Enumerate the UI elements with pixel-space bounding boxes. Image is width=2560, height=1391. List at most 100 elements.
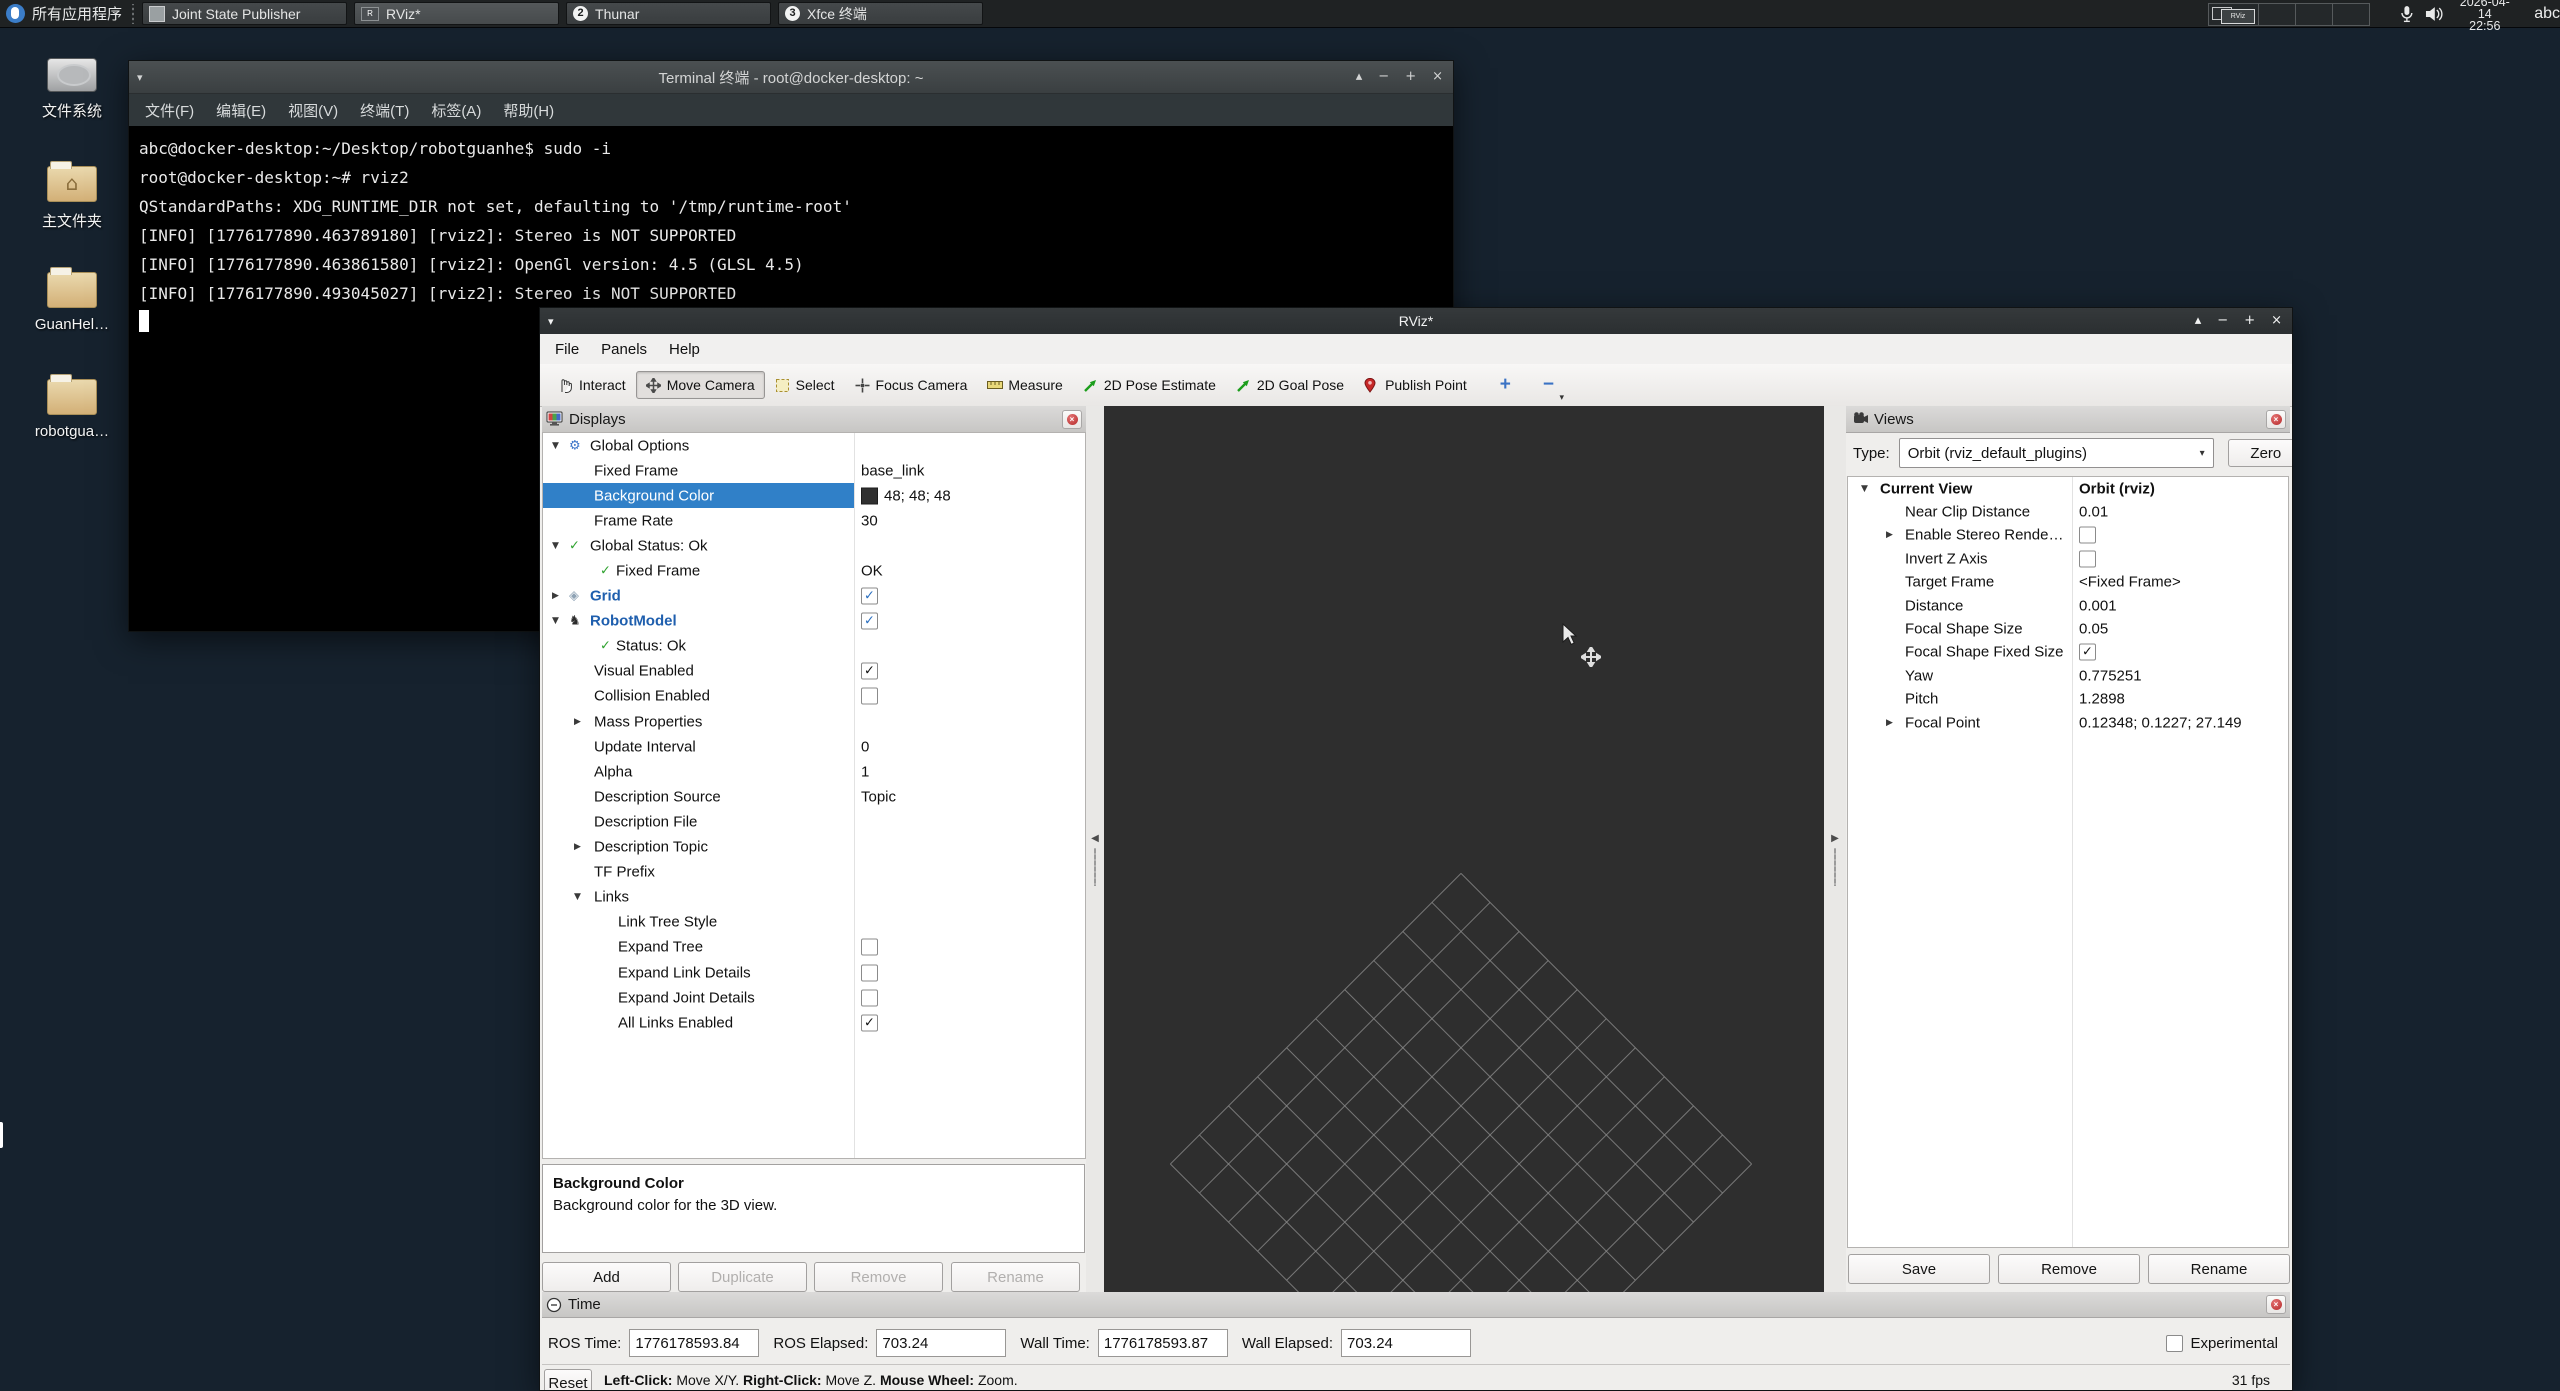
property-value[interactable]: ✓ xyxy=(861,1014,878,1032)
property-value[interactable]: 0.12348; 0.1227; 27.149 xyxy=(2079,714,2242,731)
time-field-input[interactable] xyxy=(1097,1329,1228,1357)
property-row[interactable]: ▼ ⚙ Global Options xyxy=(543,433,1085,458)
terminal-menu-item[interactable]: 编辑(E) xyxy=(206,98,276,123)
property-value[interactable] xyxy=(2079,550,2096,568)
property-row[interactable]: ▼ Current View Orbit (rviz) xyxy=(1848,477,2288,500)
property-value[interactable]: ✓ xyxy=(861,612,878,630)
time-panel-header[interactable]: Time × xyxy=(542,1292,2290,1318)
experimental-checkbox[interactable] xyxy=(2166,1334,2184,1352)
property-row[interactable]: ▶ ◈ Grid ✓ xyxy=(543,584,1085,609)
displays-close-button[interactable]: × xyxy=(1062,409,1082,429)
checkbox-checked-icon[interactable]: ✓ xyxy=(861,662,878,680)
property-row[interactable]: Description File xyxy=(543,809,1085,834)
property-row[interactable]: ▶ Mass Properties xyxy=(543,709,1085,734)
applications-menu-button[interactable]: 所有应用程序 xyxy=(0,0,128,27)
property-row[interactable]: Alpha 1 xyxy=(543,759,1085,784)
collapse-right-icon[interactable]: ▶ xyxy=(1831,833,1839,844)
workspace-cell-4[interactable] xyxy=(2333,3,2370,26)
maximize-icon[interactable] xyxy=(1405,61,1416,93)
checkbox-checked-icon[interactable]: ✓ xyxy=(861,612,878,630)
rviz-titlebar[interactable]: ▾ RViz* xyxy=(540,308,2292,334)
shade-icon[interactable] xyxy=(2195,308,2202,334)
property-value[interactable]: base_link xyxy=(861,462,924,479)
taskbar-task[interactable]: 3 Xfce 终端 xyxy=(778,2,984,25)
tool-focus-camera[interactable]: Focus Camera xyxy=(845,371,978,399)
terminal-menu-item[interactable]: 标签(A) xyxy=(421,98,491,123)
taskbar-task[interactable]: Joint State Publisher xyxy=(142,2,348,25)
menubar-item-help[interactable]: Help xyxy=(658,339,711,360)
collapse-arrow-icon[interactable]: ▶ xyxy=(1886,718,1893,728)
collapse-left-icon[interactable]: ◀ xyxy=(1091,833,1099,844)
property-value[interactable]: ✓ xyxy=(2079,643,2096,661)
collapse-arrow-icon[interactable]: ▶ xyxy=(574,842,581,852)
gutter-handle[interactable] xyxy=(1834,848,1836,886)
property-row[interactable]: Invert Z Axis xyxy=(1848,547,2288,570)
gutter-handle[interactable] xyxy=(1094,848,1096,886)
checkbox-checked-icon[interactable]: ✓ xyxy=(2079,643,2096,661)
taskbar-task[interactable]: 2 Thunar xyxy=(566,2,772,25)
property-row[interactable]: Focal Shape Size 0.05 xyxy=(1848,617,2288,640)
minimize-icon[interactable] xyxy=(2217,308,2228,334)
close-icon[interactable] xyxy=(1432,61,1443,93)
workspace-cell-1[interactable]: RViz xyxy=(2208,3,2259,26)
time-field-input[interactable] xyxy=(876,1329,1007,1357)
add-button[interactable]: Add xyxy=(542,1262,671,1292)
microphone-icon[interactable] xyxy=(2400,5,2414,23)
property-value[interactable]: Orbit (rviz) xyxy=(2079,480,2155,497)
checkbox-checked-icon[interactable]: ✓ xyxy=(861,1014,878,1032)
property-row[interactable]: Link Tree Style xyxy=(543,910,1085,935)
maximize-icon[interactable] xyxy=(2244,308,2255,334)
expand-arrow-icon[interactable]: ▼ xyxy=(552,541,559,551)
view-type-combobox[interactable]: Orbit (rviz_default_plugins) ▾ xyxy=(1898,438,2214,468)
save-button[interactable]: Save xyxy=(1848,1254,1990,1284)
time-close-button[interactable]: × xyxy=(2266,1295,2286,1314)
user-menu[interactable]: abc xyxy=(2534,5,2560,23)
property-value[interactable]: 30 xyxy=(861,512,878,529)
property-value[interactable] xyxy=(861,964,878,982)
reset-button[interactable]: Reset xyxy=(544,1369,592,1390)
property-row[interactable]: Target Frame <Fixed Frame> xyxy=(1848,571,2288,594)
property-value[interactable] xyxy=(861,989,878,1007)
tool-select[interactable]: Select xyxy=(765,371,845,399)
desktop-icon-folder[interactable]: robotgua… xyxy=(8,374,136,440)
property-value[interactable]: Topic xyxy=(861,788,896,805)
terminal-menu-item[interactable]: 文件(F) xyxy=(135,98,204,123)
workspace-pager[interactable]: RViz xyxy=(2208,3,2370,26)
checkbox-unchecked-icon[interactable] xyxy=(2079,550,2096,568)
terminal-titlebar[interactable]: ▾ Terminal 终端 - root@docker-desktop: ~ xyxy=(129,61,1453,94)
tool-goal-pose[interactable]: 2D Goal Pose xyxy=(1226,371,1354,399)
property-row[interactable]: ✓ Status: Ok xyxy=(543,634,1085,659)
rename-button[interactable]: Rename xyxy=(2148,1254,2290,1284)
property-value[interactable]: 0.775251 xyxy=(2079,667,2142,684)
property-row[interactable]: All Links Enabled ✓ xyxy=(543,1010,1085,1035)
tool-pose-estimate[interactable]: 2D Pose Estimate xyxy=(1073,371,1226,399)
property-row[interactable]: ▼ ✓ Global Status: Ok xyxy=(543,533,1085,558)
zero-button[interactable]: Zero xyxy=(2227,439,2292,467)
remove-button[interactable]: Remove xyxy=(1998,1254,2140,1284)
checkbox-unchecked-icon[interactable] xyxy=(2079,526,2096,544)
window-menu-icon[interactable]: ▾ xyxy=(129,71,151,84)
property-row[interactable]: Frame Rate 30 xyxy=(543,508,1085,533)
time-field-input[interactable] xyxy=(629,1329,760,1357)
tool-add-tool[interactable]: + xyxy=(1491,373,1520,397)
checkbox-unchecked-icon[interactable] xyxy=(861,964,878,982)
clock[interactable]: 2026-04-14 22:56 xyxy=(2453,0,2516,32)
tool-measure[interactable]: Measure xyxy=(977,371,1072,399)
tool-publish-point[interactable]: Publish Point xyxy=(1354,371,1477,399)
desktop-icon-home[interactable]: ⌂ 主文件夹 xyxy=(8,161,136,231)
property-row[interactable]: ▼ ♞ RobotModel ✓ xyxy=(543,609,1085,634)
property-value[interactable]: 0.01 xyxy=(2079,504,2108,521)
property-value[interactable]: 48; 48; 48 xyxy=(861,487,951,505)
window-menu-icon[interactable]: ▾ xyxy=(540,315,562,328)
desktop-icon-drive[interactable]: 文件系统 xyxy=(8,58,136,121)
views-panel-header[interactable]: Views × xyxy=(1846,406,2290,433)
workspace-cell-3[interactable] xyxy=(2296,3,2333,26)
property-row[interactable]: ▶ Focal Point 0.12348; 0.1227; 27.149 xyxy=(1848,711,2288,734)
property-row[interactable]: Fixed Frame base_link xyxy=(543,458,1085,483)
close-icon[interactable] xyxy=(2271,308,2282,334)
property-row[interactable]: ▶ Description Topic xyxy=(543,835,1085,860)
displays-panel-header[interactable]: Displays × xyxy=(542,406,1086,433)
property-value[interactable]: 1 xyxy=(861,763,869,780)
property-row[interactable]: Collision Enabled xyxy=(543,684,1085,709)
expand-arrow-icon[interactable]: ▼ xyxy=(574,892,581,902)
